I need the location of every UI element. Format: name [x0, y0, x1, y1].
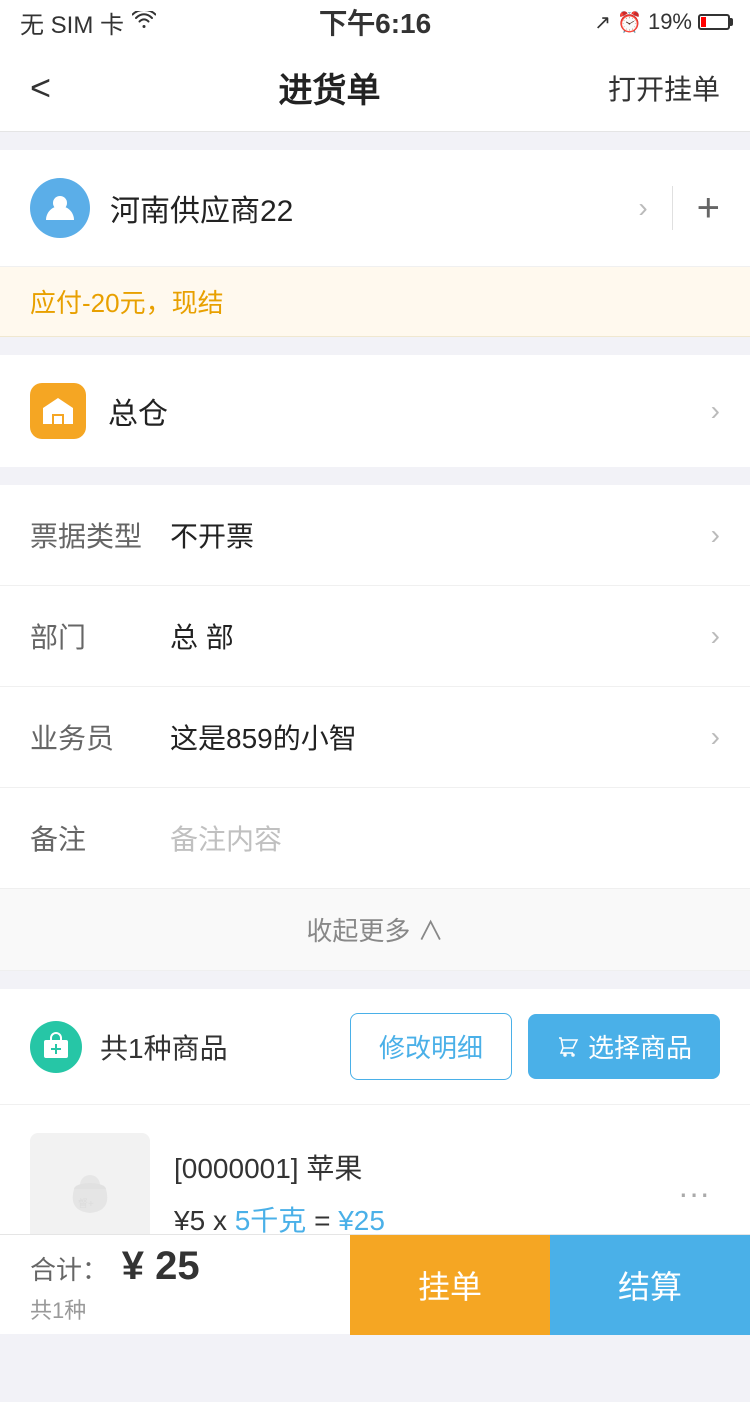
- status-right: ↗ ⏰ 19%: [594, 9, 730, 35]
- remark-row[interactable]: 备注 备注内容: [0, 788, 750, 888]
- bottom-total: 合计： ¥ 25 共1种: [0, 1244, 350, 1325]
- dept-chevron-icon: ›: [711, 620, 720, 652]
- back-button[interactable]: <: [30, 67, 51, 109]
- select-product-button[interactable]: 选择商品: [528, 1014, 720, 1079]
- salesperson-row[interactable]: 业务员 这是859的小智 ›: [0, 687, 750, 788]
- location-icon: ↗: [594, 10, 611, 35]
- status-bar: 无 SIM 卡 下午6:16 ↗ ⏰ 19%: [0, 0, 750, 44]
- warehouse-name: 总仓: [108, 389, 711, 433]
- price-separator: x: [213, 1205, 235, 1236]
- total-sub: 共1种: [30, 1293, 320, 1325]
- nav-bar: < 进货单 打开挂单: [0, 44, 750, 132]
- invoice-type-label: 票据类型: [30, 515, 160, 555]
- supplier-row[interactable]: 河南供应商22 › +: [0, 150, 750, 267]
- dept-row[interactable]: 部门 总 部 ›: [0, 586, 750, 687]
- page-title: 进货单: [279, 63, 381, 112]
- supplier-avatar: [30, 178, 90, 238]
- warehouse-chevron-icon: ›: [711, 395, 720, 427]
- salesperson-chevron-icon: ›: [711, 721, 720, 753]
- supplier-chevron-icon: ›: [638, 192, 647, 224]
- status-left: 无 SIM 卡: [20, 5, 156, 40]
- total-label: 合计：: [30, 1255, 108, 1285]
- product-qty: 5千克: [235, 1205, 307, 1236]
- dept-label: 部门: [30, 616, 160, 656]
- invoice-chevron-icon: ›: [711, 519, 720, 551]
- product-info: [0000001] 苹果 ¥5 x 5千克 = ¥25: [174, 1147, 668, 1239]
- warehouse-section: 总仓 ›: [0, 355, 750, 467]
- supplier-section: 河南供应商22 › + 应付-20元，现结: [0, 150, 750, 337]
- total-amount: ¥ 25: [122, 1244, 200, 1289]
- carrier-text: 无 SIM 卡: [20, 5, 124, 40]
- product-name: [0000001] 苹果: [174, 1147, 668, 1187]
- price-value: ¥5: [174, 1205, 205, 1236]
- invoice-type-row[interactable]: 票据类型 不开票 ›: [0, 485, 750, 586]
- remark-label: 备注: [30, 818, 160, 858]
- supplier-name: 河南供应商22: [110, 186, 638, 230]
- product-price: ¥5 x 5千克 = ¥25: [174, 1199, 668, 1239]
- bottom-bar: 合计： ¥ 25 共1种 挂单 结算: [0, 1234, 750, 1334]
- wifi-icon: [132, 8, 156, 36]
- cart-icon: [556, 1035, 580, 1059]
- products-count: 共1种商品: [100, 1027, 350, 1067]
- product-code: [0000001]: [174, 1153, 299, 1184]
- battery-percent: 19%: [648, 9, 692, 35]
- edit-detail-button[interactable]: 修改明细: [350, 1013, 512, 1080]
- product-total: ¥25: [338, 1205, 385, 1236]
- warehouse-row[interactable]: 总仓 ›: [0, 355, 750, 467]
- collapse-bar[interactable]: 收起更多 ∧: [0, 888, 750, 971]
- select-product-label: 选择商品: [588, 1028, 692, 1065]
- notice-bar: 应付-20元，现结: [0, 267, 750, 337]
- dept-value: 总 部: [160, 616, 711, 656]
- add-supplier-button[interactable]: +: [697, 186, 720, 231]
- status-time: 下午6:16: [319, 2, 431, 42]
- checkout-button[interactable]: 结算: [550, 1235, 750, 1335]
- vertical-divider: [672, 186, 673, 230]
- svg-text:督+: 督+: [78, 1197, 94, 1210]
- warehouse-icon: [30, 383, 86, 439]
- hang-button[interactable]: 挂单: [350, 1235, 550, 1335]
- products-icon: [30, 1021, 82, 1073]
- product-more-button[interactable]: ···: [668, 1165, 720, 1222]
- equal-sign: =: [314, 1205, 338, 1236]
- invoice-type-value: 不开票: [160, 515, 711, 555]
- open-hang-button[interactable]: 打开挂单: [608, 68, 720, 108]
- products-header: 共1种商品 修改明细 选择商品: [0, 989, 750, 1105]
- product-title: 苹果: [306, 1153, 362, 1184]
- salesperson-value: 这是859的小智: [160, 717, 711, 757]
- salesperson-label: 业务员: [30, 717, 160, 757]
- battery-icon: [698, 14, 730, 30]
- form-section: 票据类型 不开票 › 部门 总 部 › 业务员 这是859的小智 › 备注 备注…: [0, 485, 750, 888]
- remark-placeholder: 备注内容: [160, 818, 720, 858]
- alarm-icon: ⏰: [617, 10, 642, 35]
